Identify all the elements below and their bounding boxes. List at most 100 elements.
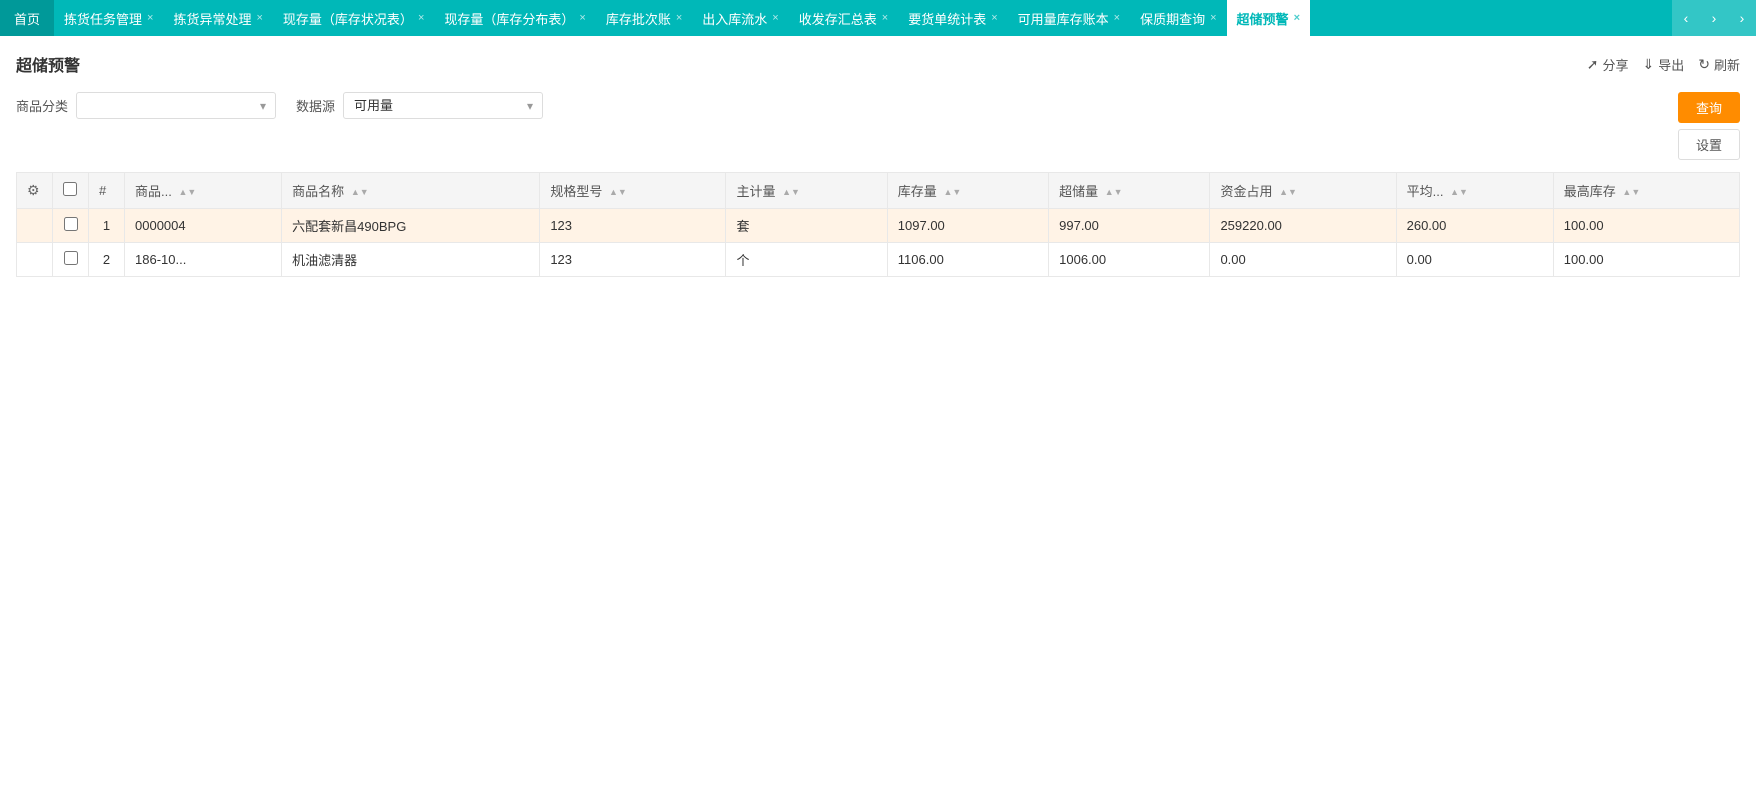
th-spec[interactable]: 规格型号 ▲▼ (540, 173, 726, 209)
export-icon: ⇓ (1643, 56, 1655, 73)
td-product-name: 六配套新昌490BPG (282, 209, 540, 243)
nav-more-button[interactable]: › (1728, 0, 1756, 36)
td-checkbox[interactable] (53, 243, 89, 277)
sort-icon: ▲▼ (782, 188, 800, 197)
datasource-select-wrapper: 可用量 (343, 92, 543, 119)
sort-icon: ▲▼ (943, 188, 961, 197)
td-no: 1 (89, 209, 125, 243)
title-actions: ➚ 分享 ⇓ 导出 ↻ 刷新 (1587, 55, 1740, 74)
th-overstock[interactable]: 超储量 ▲▼ (1049, 173, 1210, 209)
td-no: 2 (89, 243, 125, 277)
datasource-label: 数据源 (296, 96, 335, 115)
top-navigation: 首页 拣货任务管理 × 拣货异常处理 × 现存量（库存状况表） × 现存量（库存… (0, 0, 1756, 36)
td-avg: 260.00 (1396, 209, 1553, 243)
th-checkbox[interactable] (53, 173, 89, 209)
page-title-bar: 超储预警 ➚ 分享 ⇓ 导出 ↻ 刷新 (16, 52, 1740, 76)
row-checkbox-1[interactable] (64, 251, 78, 265)
td-product-code: 0000004 (125, 209, 282, 243)
gear-icon[interactable]: ⚙ (27, 182, 40, 198)
td-max-stock: 100.00 (1553, 209, 1739, 243)
sort-icon: ▲▼ (1105, 188, 1123, 197)
close-icon[interactable]: × (676, 12, 682, 24)
table-row: 2 186-10... 机油滤清器 123 个 1106.00 1006.00 … (17, 243, 1740, 277)
td-spec: 123 (540, 243, 726, 277)
filter-buttons: 查询 设置 (1678, 92, 1740, 160)
tab-baozhiqi-chaxun[interactable]: 保质期查询 × (1130, 0, 1226, 36)
close-icon[interactable]: × (579, 12, 585, 24)
filter-group-datasource: 数据源 可用量 (296, 92, 543, 119)
close-icon[interactable]: × (991, 12, 997, 24)
filter-row: 商品分类 数据源 可用量 查询 设置 (16, 92, 1740, 160)
tab-jianhuoyichangchuli[interactable]: 拣货异常处理 × (163, 0, 272, 36)
close-icon[interactable]: × (1114, 12, 1120, 24)
th-no: # (89, 173, 125, 209)
td-product-name: 机油滤清器 (282, 243, 540, 277)
nav-next-button[interactable]: › (1700, 0, 1728, 36)
td-unit: 套 (726, 209, 887, 243)
th-max-stock[interactable]: 最高库存 ▲▼ (1553, 173, 1739, 209)
th-product-code[interactable]: 商品... ▲▼ (125, 173, 282, 209)
td-unit: 个 (726, 243, 887, 277)
datasource-select[interactable]: 可用量 (343, 92, 543, 119)
td-checkbox[interactable] (53, 209, 89, 243)
sort-icon: ▲▼ (1622, 188, 1640, 197)
category-select-wrapper (76, 92, 276, 119)
category-select[interactable] (76, 92, 276, 119)
close-icon[interactable]: × (147, 12, 153, 24)
td-stock: 1097.00 (887, 209, 1048, 243)
tab-kucun-pici[interactable]: 库存批次账 × (596, 0, 692, 36)
close-icon[interactable]: × (1210, 12, 1216, 24)
td-product-code: 186-10... (125, 243, 282, 277)
td-spec: 123 (540, 209, 726, 243)
tab-chaocunyujing[interactable]: 超储预警 × (1227, 0, 1310, 36)
table-header-row: ⚙ # 商品... ▲▼ 商品名称 ▲▼ 规格型号 ▲▼ (17, 173, 1740, 209)
tab-yaohuo-tongji[interactable]: 要货单统计表 × (898, 0, 1007, 36)
refresh-icon: ↻ (1698, 56, 1710, 73)
close-icon[interactable]: × (418, 12, 424, 24)
close-icon[interactable]: × (1294, 12, 1300, 24)
close-icon[interactable]: × (882, 12, 888, 24)
sort-icon: ▲▼ (1279, 188, 1297, 197)
th-stock[interactable]: 库存量 ▲▼ (887, 173, 1048, 209)
th-gear[interactable]: ⚙ (17, 173, 53, 209)
settings-button[interactable]: 设置 (1678, 129, 1740, 160)
close-icon[interactable]: × (256, 12, 262, 24)
nav-arrows: ‹ › › (1672, 0, 1756, 36)
query-button[interactable]: 查询 (1678, 92, 1740, 123)
page-content: 超储预警 ➚ 分享 ⇓ 导出 ↻ 刷新 商品分类 (0, 36, 1756, 800)
export-button[interactable]: ⇓ 导出 (1643, 55, 1685, 74)
th-product-name[interactable]: 商品名称 ▲▼ (282, 173, 540, 209)
td-avg: 0.00 (1396, 243, 1553, 277)
tab-churuku-liushui[interactable]: 出入库流水 × (692, 0, 788, 36)
table-row: 1 0000004 六配套新昌490BPG 123 套 1097.00 997.… (17, 209, 1740, 243)
tab-shoufa-huizong[interactable]: 收发存汇总表 × (789, 0, 898, 36)
sort-icon: ▲▼ (178, 188, 196, 197)
refresh-button[interactable]: ↻ 刷新 (1698, 55, 1740, 74)
sort-icon: ▲▼ (609, 188, 627, 197)
share-button[interactable]: ➚ 分享 (1587, 55, 1629, 74)
td-capital: 0.00 (1210, 243, 1396, 277)
td-gear (17, 243, 53, 277)
data-table: ⚙ # 商品... ▲▼ 商品名称 ▲▼ 规格型号 ▲▼ (16, 172, 1740, 277)
td-gear (17, 209, 53, 243)
tab-xiancunliang-dist[interactable]: 现存量（库存分布表） × (434, 0, 595, 36)
td-capital: 259220.00 (1210, 209, 1396, 243)
td-max-stock: 100.00 (1553, 243, 1739, 277)
sort-icon: ▲▼ (1450, 188, 1468, 197)
nav-prev-button[interactable]: ‹ (1672, 0, 1700, 36)
select-all-checkbox[interactable] (63, 182, 77, 196)
nav-home[interactable]: 首页 (0, 0, 54, 36)
td-overstock: 997.00 (1049, 209, 1210, 243)
td-overstock: 1006.00 (1049, 243, 1210, 277)
th-unit[interactable]: 主计量 ▲▼ (726, 173, 887, 209)
tab-keyongliang-zhangben[interactable]: 可用量库存账本 × (1008, 0, 1130, 36)
share-icon: ➚ (1587, 56, 1599, 73)
page-title: 超储预警 (16, 52, 80, 76)
tab-huozuanrenguanli[interactable]: 拣货任务管理 × (54, 0, 163, 36)
tab-xiancunliang-status[interactable]: 现存量（库存状况表） × (273, 0, 434, 36)
th-capital[interactable]: 资金占用 ▲▼ (1210, 173, 1396, 209)
th-avg[interactable]: 平均... ▲▼ (1396, 173, 1553, 209)
row-checkbox-0[interactable] (64, 217, 78, 231)
close-icon[interactable]: × (772, 12, 778, 24)
td-stock: 1106.00 (887, 243, 1048, 277)
